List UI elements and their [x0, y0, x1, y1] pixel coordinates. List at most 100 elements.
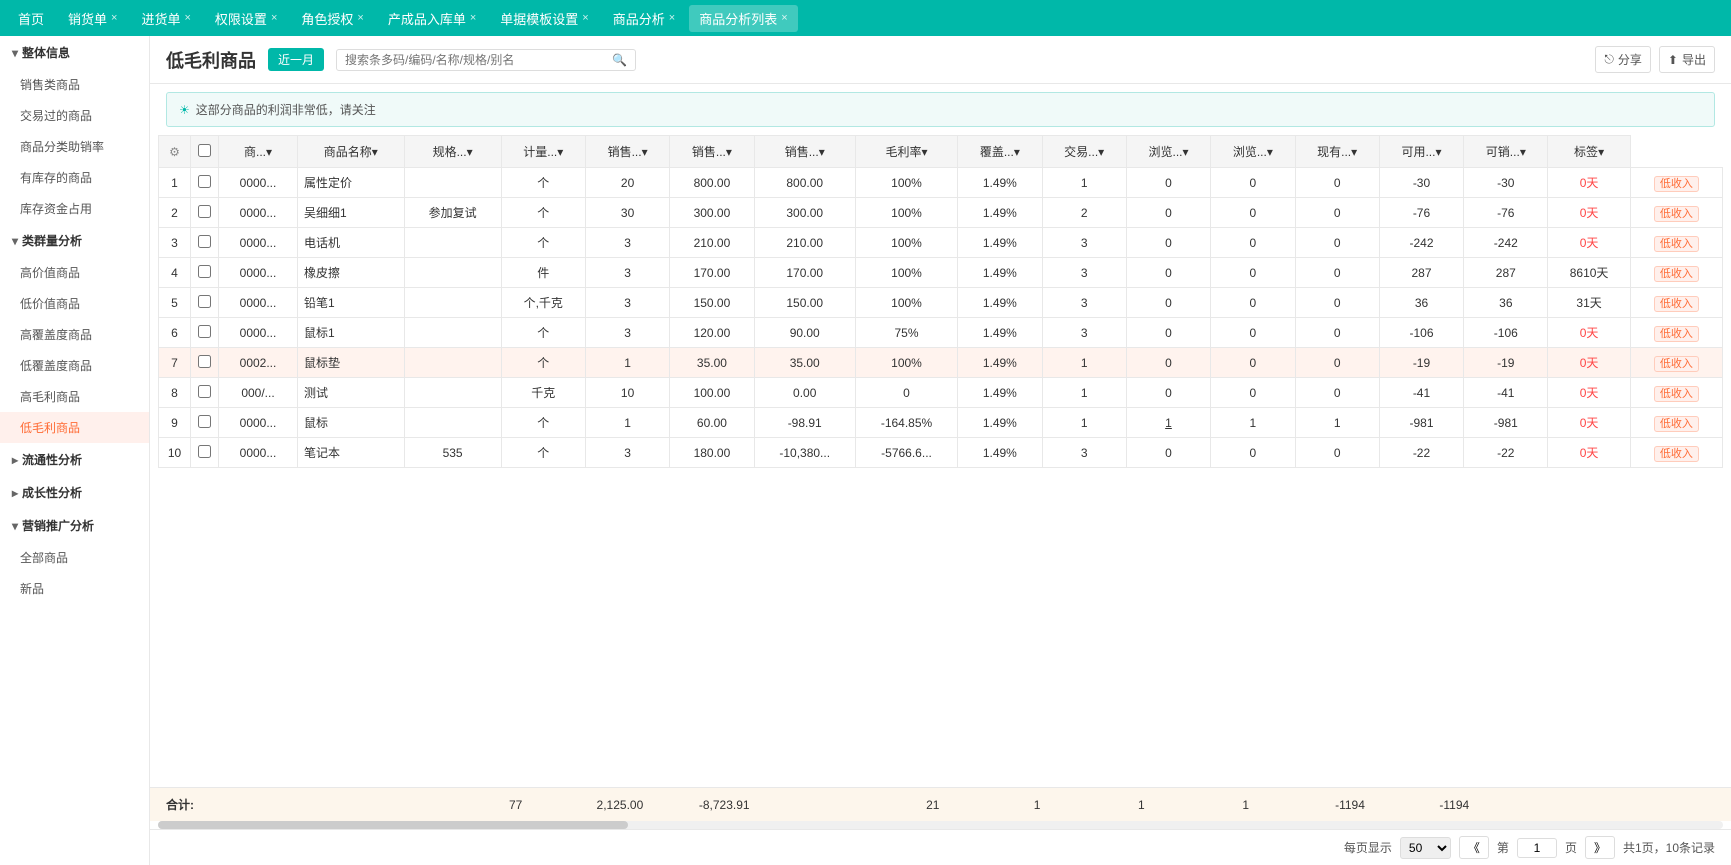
nav-product-analysis-list-close[interactable]: ×	[781, 12, 787, 24]
row-checkbox[interactable]	[191, 198, 219, 228]
search-input[interactable]	[345, 53, 612, 67]
row-checkbox[interactable]	[191, 378, 219, 408]
row-checkbox[interactable]	[191, 228, 219, 258]
row-trade[interactable]: 0	[1126, 198, 1210, 228]
nav-product-analysis-close[interactable]: ×	[669, 12, 675, 24]
sidebar-item-all-products[interactable]: 全部商品	[0, 542, 149, 573]
col-current-stock[interactable]: 现有...▾	[1295, 136, 1379, 168]
col-coverage[interactable]: 覆盖...▾	[958, 136, 1042, 168]
row-trade[interactable]: 0	[1126, 438, 1210, 468]
row-stock: 36	[1379, 288, 1463, 318]
page-number-input[interactable]	[1517, 838, 1557, 858]
nav-permissions-close[interactable]: ×	[271, 12, 277, 24]
sidebar-item-capital-usage[interactable]: 库存资金占用	[0, 193, 149, 224]
row-select-checkbox[interactable]	[198, 205, 211, 218]
row-checkbox[interactable]	[191, 348, 219, 378]
export-button[interactable]: ⬆ 导出	[1659, 46, 1715, 73]
row-unit: 个	[501, 198, 585, 228]
sidebar-item-inventory-products[interactable]: 有库存的商品	[0, 162, 149, 193]
sidebar-item-new-products[interactable]: 新品	[0, 573, 149, 604]
row-select-checkbox[interactable]	[198, 295, 211, 308]
row-select-checkbox[interactable]	[198, 415, 211, 428]
nav-product-analysis-list[interactable]: 商品分析列表 ×	[689, 5, 797, 32]
sidebar-item-category-sales-rate[interactable]: 商品分类助销率	[0, 131, 149, 162]
row-trade[interactable]: 0	[1126, 288, 1210, 318]
col-available[interactable]: 可用...▾	[1379, 136, 1463, 168]
sidebar-group-marketing[interactable]: ▾ 营销推广分析	[0, 509, 149, 542]
row-select-checkbox[interactable]	[198, 325, 211, 338]
row-select-checkbox[interactable]	[198, 385, 211, 398]
col-gear[interactable]: ⚙	[159, 136, 191, 168]
row-trade[interactable]: 0	[1126, 258, 1210, 288]
filter-recent-month-button[interactable]: 近一月	[268, 48, 324, 71]
col-name[interactable]: 商品名称▾	[298, 136, 405, 168]
col-saleable-days[interactable]: 可销...▾	[1464, 136, 1548, 168]
nav-sales-order-close[interactable]: ×	[111, 12, 117, 24]
horizontal-scrollbar-thumb[interactable]	[158, 821, 628, 829]
nav-template-settings-close[interactable]: ×	[582, 12, 588, 24]
sidebar-item-high-coverage[interactable]: 高覆盖度商品	[0, 319, 149, 350]
sidebar-item-high-margin[interactable]: 高毛利商品	[0, 381, 149, 412]
nav-role-auth-close[interactable]: ×	[357, 12, 363, 24]
row-trade[interactable]: 0	[1126, 378, 1210, 408]
col-sales-qty[interactable]: 销售...▾	[585, 136, 669, 168]
sidebar-item-low-value[interactable]: 低价值商品	[0, 288, 149, 319]
row-select-checkbox[interactable]	[198, 175, 211, 188]
row-checkbox[interactable]	[191, 288, 219, 318]
search-icon[interactable]: 🔍	[612, 53, 627, 67]
sidebar-group-cluster[interactable]: ▾ 类群量分析	[0, 224, 149, 257]
nav-template-settings[interactable]: 单据模板设置 ×	[490, 5, 598, 32]
select-all-checkbox[interactable]	[198, 144, 211, 157]
row-trade[interactable]: 0	[1126, 318, 1210, 348]
share-button[interactable]: ⎋ 分享	[1595, 46, 1651, 73]
nav-product-analysis[interactable]: 商品分析 ×	[603, 5, 685, 32]
nav-product-inbound[interactable]: 产成品入库单 ×	[378, 5, 486, 32]
row-trade[interactable]: 0	[1126, 348, 1210, 378]
row-trade[interactable]: 0	[1126, 228, 1210, 258]
gear-icon[interactable]: ⚙	[169, 145, 180, 159]
col-unit[interactable]: 计量...▾	[501, 136, 585, 168]
nav-product-inbound-close[interactable]: ×	[470, 12, 476, 24]
row-checkbox[interactable]	[191, 318, 219, 348]
nav-role-auth[interactable]: 角色授权 ×	[291, 5, 373, 32]
sidebar-item-sales-products[interactable]: 销售类商品	[0, 69, 149, 100]
col-trade[interactable]: 交易...▾	[1042, 136, 1126, 168]
sidebar-item-low-coverage[interactable]: 低覆盖度商品	[0, 350, 149, 381]
row-select-checkbox[interactable]	[198, 355, 211, 368]
row-select-checkbox[interactable]	[198, 265, 211, 278]
sidebar-item-traded-products[interactable]: 交易过的商品	[0, 100, 149, 131]
prev-page-button[interactable]: 《	[1459, 836, 1489, 859]
col-browse1[interactable]: 浏览...▾	[1126, 136, 1210, 168]
page-size-select[interactable]: 50 100 200	[1400, 837, 1451, 859]
row-checkbox[interactable]	[191, 168, 219, 198]
col-sales-amount[interactable]: 销售...▾	[754, 136, 855, 168]
sidebar-group-growth[interactable]: ▸ 成长性分析	[0, 476, 149, 509]
next-page-button[interactable]: 》	[1585, 836, 1615, 859]
col-spec[interactable]: 规格...▾	[404, 136, 501, 168]
row-gross: 1.49%	[958, 288, 1042, 318]
col-gross-margin[interactable]: 毛利率▾	[855, 136, 957, 168]
row-trade[interactable]: 0	[1126, 168, 1210, 198]
horizontal-scrollbar[interactable]	[158, 821, 1723, 829]
sidebar-group-overall[interactable]: ▾ 整体信息	[0, 36, 149, 69]
nav-purchase-order-close[interactable]: ×	[184, 12, 190, 24]
col-tag[interactable]: 标签▾	[1548, 136, 1630, 168]
nav-permissions[interactable]: 权限设置 ×	[205, 5, 287, 32]
row-checkbox[interactable]	[191, 258, 219, 288]
nav-purchase-order[interactable]: 进货单 ×	[131, 5, 200, 32]
row-checkbox[interactable]	[191, 408, 219, 438]
nav-home[interactable]: 首页	[8, 5, 54, 32]
row-select-checkbox[interactable]	[198, 445, 211, 458]
sidebar-item-low-margin[interactable]: 低毛利商品	[0, 412, 149, 443]
col-code[interactable]: 商...▾	[219, 136, 298, 168]
col-browse2[interactable]: 浏览...▾	[1211, 136, 1295, 168]
row-pct: 100%	[855, 348, 957, 378]
row-trade[interactable]: 1	[1126, 408, 1210, 438]
row-checkbox[interactable]	[191, 438, 219, 468]
sidebar-group-liquidity[interactable]: ▸ 流通性分析	[0, 443, 149, 476]
row-select-checkbox[interactable]	[198, 235, 211, 248]
nav-sales-order[interactable]: 销货单 ×	[58, 5, 127, 32]
row-sales-price: 180.00	[670, 438, 754, 468]
sidebar-item-high-value[interactable]: 高价值商品	[0, 257, 149, 288]
col-sales-price[interactable]: 销售...▾	[670, 136, 754, 168]
